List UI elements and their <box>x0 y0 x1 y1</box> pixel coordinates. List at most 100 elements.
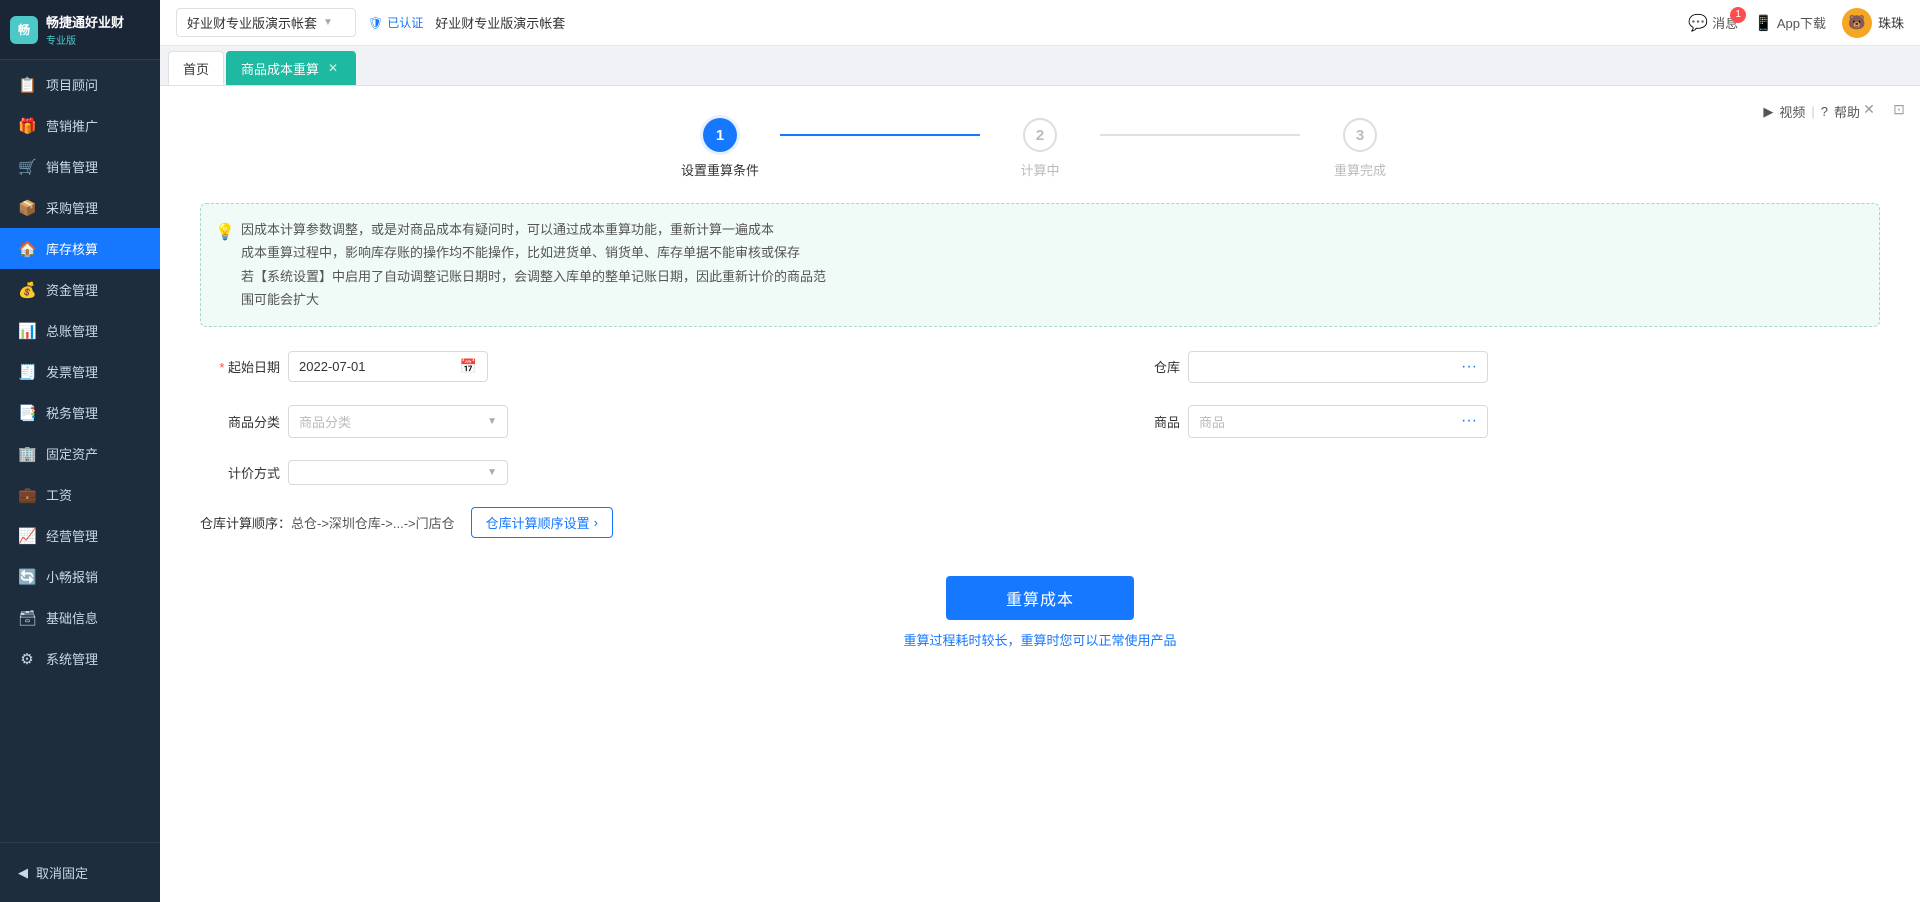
info-icon: 💡 <box>215 219 235 248</box>
sidebar-item-salary[interactable]: 💼 工资 <box>0 474 160 515</box>
warehouse-order-btn-label: 仓库计算顺序设置 <box>486 513 590 532</box>
finance-icon: 💰 <box>18 281 36 299</box>
username: 珠珠 <box>1878 13 1904 32</box>
step-1: 1 设置重算条件 <box>660 118 780 179</box>
info-text-2: 成本重算过程中，影响库存账的操作均不能操作，比如进货单、销货单、库存单据不能审核… <box>241 241 1861 264</box>
chevron-down-icon: ▼ <box>323 17 333 28</box>
sidebar-item-project[interactable]: 📋 项目顾问 <box>0 64 160 105</box>
message-button[interactable]: 💬 消息 1 <box>1688 13 1738 33</box>
tax-icon: 📑 <box>18 404 36 422</box>
pricing-field: 计价方式 ▼ <box>200 460 1880 485</box>
page-content: ✕ ⊡ ▶ 视频 | ? 帮助 1 设置重算条件 <box>160 86 1920 902</box>
topbar: 好业财专业版演示帐套 ▼ 🛡 已认证 好业财专业版演示帐套 💬 消息 1 📱 A… <box>160 0 1920 46</box>
basics-icon: 🗃 <box>18 609 36 627</box>
sidebar-item-basics[interactable]: 🗃 基础信息 <box>0 597 160 638</box>
account-selector[interactable]: 好业财专业版演示帐套 ▼ <box>176 8 356 37</box>
chevron-down-icon: ▼ <box>487 416 497 427</box>
pricing-select[interactable]: ▼ <box>288 460 508 485</box>
sales-icon: 🛒 <box>18 158 36 176</box>
sidebar-header: 畅 畅捷通好业财 专业版 <box>0 0 160 60</box>
sidebar-item-ledger[interactable]: 📊 总账管理 <box>0 310 160 351</box>
start-date-input[interactable]: 2022-07-01 📅 <box>288 351 488 382</box>
cancel-pin-button[interactable]: ◀ 取消固定 <box>0 853 160 892</box>
sidebar-item-assets[interactable]: 🏢 固定资产 <box>0 433 160 474</box>
expense-icon: 🔄 <box>18 568 36 586</box>
app-download-label: App下载 <box>1777 13 1826 32</box>
info-text-3: 若【系统设置】中启用了自动调整记账日期时，会调整入库单的整单记账日期，因此重新计… <box>241 265 1861 288</box>
step-line-1 <box>780 134 980 136</box>
sidebar-item-label: 资金管理 <box>46 280 98 299</box>
sidebar-item-system[interactable]: ⚙ 系统管理 <box>0 638 160 679</box>
start-date-field: * 起始日期 2022-07-01 📅 <box>200 351 980 382</box>
sidebar-item-marketing[interactable]: 🎁 营销推广 <box>0 105 160 146</box>
stepper-group: 1 设置重算条件 2 计算中 3 <box>660 118 1420 179</box>
invoice-icon: 🧾 <box>18 363 36 381</box>
user-profile[interactable]: 🐻 珠珠 <box>1842 8 1904 38</box>
brand-edition: 专业版 <box>46 32 124 47</box>
tab-cost-recalc[interactable]: 商品成本重算 ✕ <box>226 51 356 85</box>
sidebar-item-tax[interactable]: 📑 税务管理 <box>0 392 160 433</box>
warehouse-order-label: 仓库计算顺序： <box>200 513 291 532</box>
warehouse-dots-icon[interactable]: ··· <box>1461 358 1477 376</box>
info-box: 💡 因成本计算参数调整，或是对商品成本有疑问时，可以通过成本重算功能，重新计算一… <box>200 203 1880 327</box>
cancel-pin-label: 取消固定 <box>36 863 88 882</box>
info-text-1: 因成本计算参数调整，或是对商品成本有疑问时，可以通过成本重算功能，重新计算一遍成… <box>241 218 1861 241</box>
warehouse-order-row: 仓库计算顺序： 总仓->深圳仓库->...->门店仓 仓库计算顺序设置 › <box>160 507 1920 538</box>
goods-dots-icon[interactable]: ··· <box>1461 412 1477 430</box>
sidebar-item-expense[interactable]: 🔄 小畅报销 <box>0 556 160 597</box>
warehouse-order-btn[interactable]: 仓库计算顺序设置 › <box>471 507 613 538</box>
form-row-2: 商品分类 商品分类 ▼ 商品 商品 ··· <box>200 405 1880 438</box>
sidebar-item-label: 税务管理 <box>46 403 98 422</box>
sidebar-item-operations[interactable]: 📈 经营管理 <box>0 515 160 556</box>
sidebar-item-label: 工资 <box>46 485 72 504</box>
category-label: 商品分类 <box>200 412 280 431</box>
step-3-circle: 3 <box>1343 118 1377 152</box>
sidebar-item-sales[interactable]: 🛒 销售管理 <box>0 146 160 187</box>
start-date-label: * 起始日期 <box>200 357 280 376</box>
sidebar-item-label: 经营管理 <box>46 526 98 545</box>
chevron-right-icon: › <box>594 515 598 530</box>
tab-close-icon[interactable]: ✕ <box>325 60 341 76</box>
topbar-account-name: 好业财专业版演示帐套 <box>435 13 565 32</box>
sidebar-item-label: 发票管理 <box>46 362 98 381</box>
category-select[interactable]: 商品分类 ▼ <box>288 405 508 438</box>
sidebar-item-purchase[interactable]: 📦 采购管理 <box>0 187 160 228</box>
sidebar-bottom: ◀ 取消固定 <box>0 842 160 902</box>
category-placeholder: 商品分类 <box>299 412 483 431</box>
warehouse-order-value: 总仓->深圳仓库->...->门店仓 <box>291 513 455 532</box>
recalc-section: 重算成本 重算过程耗时较长，重算时您可以正常使用产品 <box>160 566 1920 649</box>
system-icon: ⚙ <box>18 650 36 668</box>
step-2: 2 计算中 <box>980 118 1100 179</box>
recalc-hint: 重算过程耗时较长，重算时您可以正常使用产品 <box>903 630 1176 649</box>
sidebar-item-invoice[interactable]: 🧾 发票管理 <box>0 351 160 392</box>
sidebar-item-label: 销售管理 <box>46 157 98 176</box>
goods-input[interactable]: 商品 ··· <box>1188 405 1488 438</box>
brand-name: 畅捷通好业财 <box>46 12 124 31</box>
account-selector-text: 好业财专业版演示帐套 <box>187 13 317 32</box>
required-asterisk: * <box>219 360 224 375</box>
tab-home[interactable]: 首页 <box>168 51 224 85</box>
step-1-num: 1 <box>716 127 724 144</box>
warehouse-label: 仓库 <box>1100 357 1180 376</box>
tab-home-label: 首页 <box>183 59 209 78</box>
warehouse-input[interactable]: ··· <box>1188 351 1488 383</box>
logo-icon: 畅 <box>10 16 38 44</box>
sidebar-item-label: 库存核算 <box>46 239 98 258</box>
purchase-icon: 📦 <box>18 199 36 217</box>
project-icon: 📋 <box>18 76 36 94</box>
verified-label: 已认证 <box>387 14 423 31</box>
sidebar-item-label: 小畅报销 <box>46 567 98 586</box>
goods-label: 商品 <box>1100 412 1180 431</box>
marketing-icon: 🎁 <box>18 117 36 135</box>
recalc-button[interactable]: 重算成本 <box>946 576 1134 620</box>
topbar-actions: 💬 消息 1 📱 App下载 🐻 珠珠 <box>1688 8 1904 38</box>
step-1-circle: 1 <box>703 118 737 152</box>
sidebar-item-finance[interactable]: 💰 资金管理 <box>0 269 160 310</box>
form-section: * 起始日期 2022-07-01 📅 仓库 ··· <box>160 351 1920 485</box>
goods-placeholder: 商品 <box>1199 412 1449 431</box>
sidebar-item-label: 营销推广 <box>46 116 98 135</box>
sidebar-item-inventory[interactable]: 🏠 库存核算 <box>0 228 160 269</box>
app-download-button[interactable]: 📱 App下载 <box>1754 13 1826 32</box>
step-line-2 <box>1100 134 1300 136</box>
info-text-4: 围可能会扩大 <box>241 288 1861 311</box>
